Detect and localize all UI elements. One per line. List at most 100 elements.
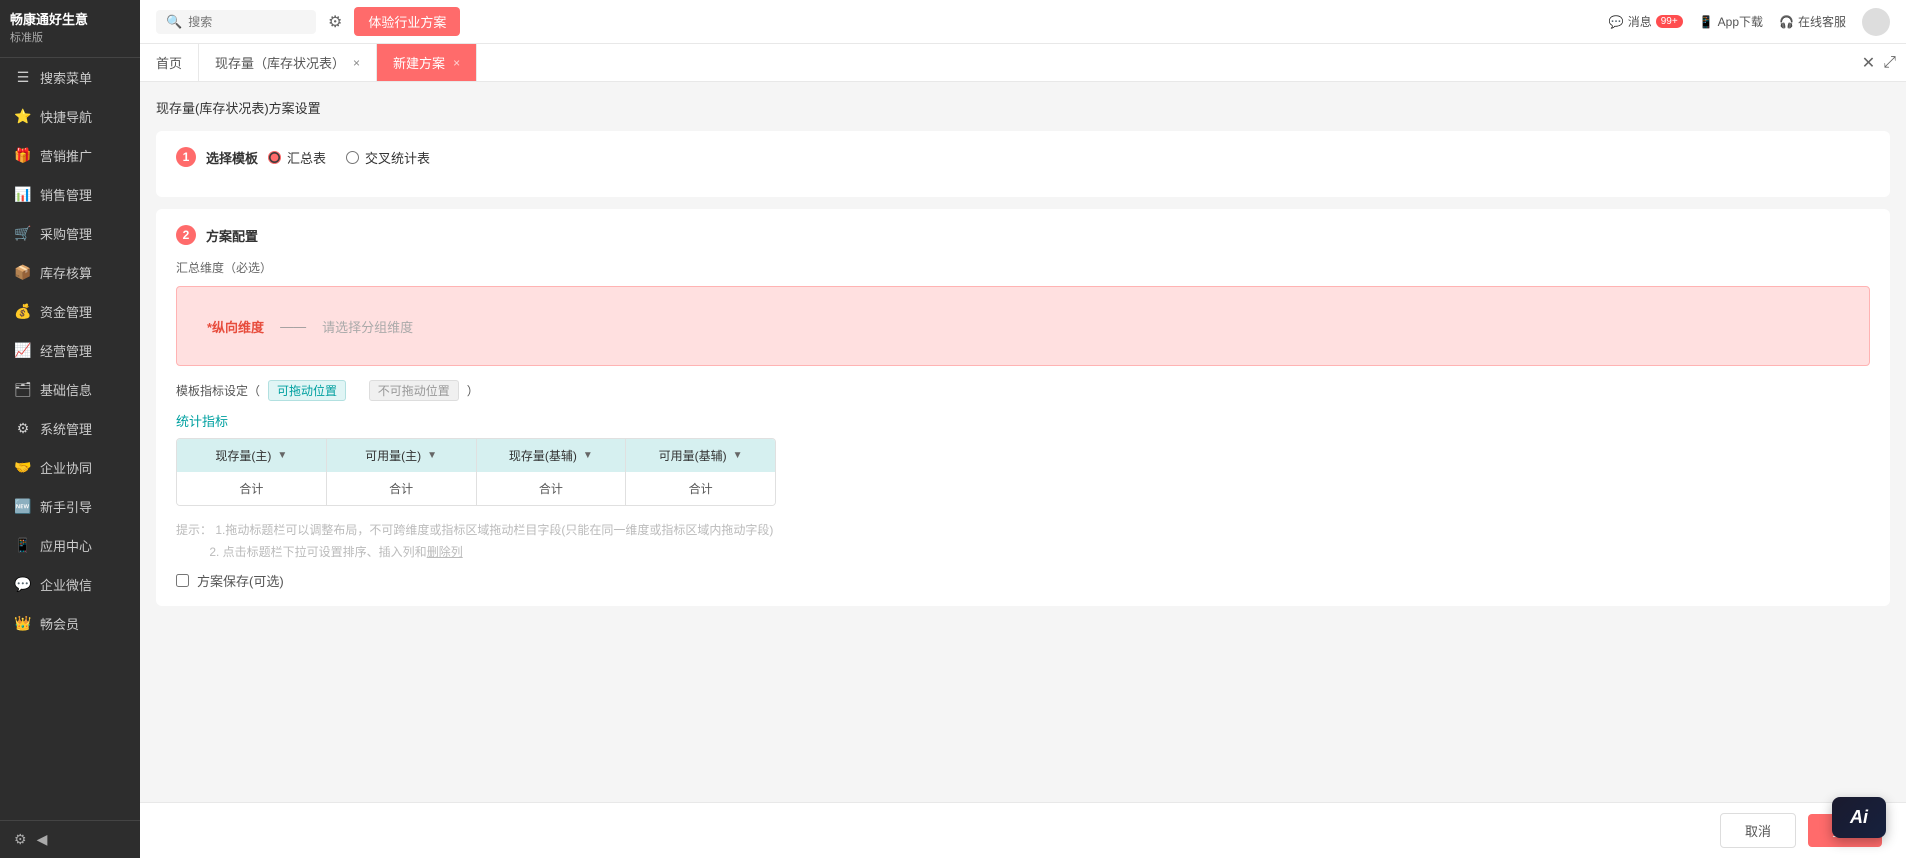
col-header-1-dropdown[interactable]: ▼ — [277, 450, 287, 461]
sidebar-label-7: 经营管理 — [40, 341, 92, 360]
indicator-settings-label: 模板指标设定（ 可拖动位置 不可拖动位置 ） — [176, 380, 1870, 401]
stats-label: 统计指标 — [176, 411, 1870, 430]
save-scheme-checkbox[interactable] — [176, 574, 189, 587]
radio-cross-input[interactable] — [346, 151, 359, 164]
app-download-label: App下载 — [1718, 13, 1763, 30]
action-bar: 取消 查询 — [140, 802, 1906, 858]
trial-button[interactable]: 体验行业方案 — [354, 7, 460, 36]
sidebar-item-7[interactable]: 📈 经营管理 — [0, 331, 140, 370]
indicator-separator — [354, 384, 361, 398]
sidebar-item-0[interactable]: ☰ 搜索菜单 — [0, 58, 140, 97]
col-header-4-dropdown[interactable]: ▼ — [733, 450, 743, 461]
col-header-1-label: 现存量(主) — [215, 447, 271, 464]
sidebar-label-10: 企业协同 — [40, 458, 92, 477]
expand-icon[interactable]: ⤢ — [1883, 54, 1896, 72]
message-icon: 💬 — [1609, 15, 1624, 29]
sidebar-icon-2: 🎁 — [14, 146, 32, 164]
sidebar-item-5[interactable]: 📦 库存核算 — [0, 253, 140, 292]
sidebar-item-3[interactable]: 📊 销售管理 — [0, 175, 140, 214]
sidebar-label-4: 采购管理 — [40, 224, 92, 243]
sidebar-label-8: 基础信息 — [40, 380, 92, 399]
cancel-button[interactable]: 取消 — [1720, 813, 1796, 848]
col-header-4[interactable]: 可用量(基辅) ▼ — [626, 439, 775, 472]
sidebar-icon-14: 👑 — [14, 614, 32, 632]
service-label: 在线客服 — [1798, 13, 1846, 30]
sidebar-icon-9: ⚙ — [14, 419, 32, 437]
sidebar-item-9[interactable]: ⚙ 系统管理 — [0, 409, 140, 448]
content-area: 现存量(库存状况表)方案设置 1 选择模板 汇总表 交叉统计表 — [140, 82, 1906, 802]
sidebar-label-3: 销售管理 — [40, 185, 92, 204]
indicator-settings-text: 模板指标设定（ — [176, 382, 260, 399]
step2-section: 2 方案配置 汇总维度（必选） *纵向维度 —— 请选择分组维度 模板指标设定（… — [156, 209, 1890, 606]
sidebar-item-11[interactable]: 🆕 新手引导 — [0, 487, 140, 526]
col-body-3: 合计 — [477, 472, 627, 505]
radio-summary-input[interactable] — [268, 151, 281, 164]
col-body-1: 合计 — [177, 472, 327, 505]
app-edition: 标准版 — [10, 29, 130, 45]
stats-table-body: 合计 合计 合计 合计 — [177, 472, 775, 505]
radio-cross-label: 交叉统计表 — [365, 148, 430, 167]
col-header-1[interactable]: 现存量(主) ▼ — [177, 439, 327, 472]
topbar: 🔍 ⚙ 体验行业方案 💬 消息 99+ 📱 App下载 🎧 在线客服 — [140, 0, 1906, 44]
col-header-3-dropdown[interactable]: ▼ — [583, 450, 593, 461]
tip-2: 2. 点击标题栏下拉可设置排序、插入列和删除列 — [176, 542, 1870, 564]
online-service-button[interactable]: 🎧 在线客服 — [1779, 13, 1846, 30]
sidebar-item-12[interactable]: 📱 应用中心 — [0, 526, 140, 565]
user-avatar[interactable] — [1862, 8, 1890, 36]
step1-header: 1 选择模板 汇总表 交叉统计表 — [176, 147, 1870, 167]
sidebar-icon-8: 🗂 — [14, 380, 32, 398]
tab-new-scheme[interactable]: 新建方案 × — [377, 44, 477, 81]
step1-badge: 1 — [176, 147, 196, 167]
col-header-4-label: 可用量(基辅) — [659, 447, 727, 464]
indicator-close-paren: ） — [467, 382, 479, 399]
app-name: 畅康通好生意 — [10, 12, 130, 29]
col-header-3[interactable]: 现存量(基辅) ▼ — [477, 439, 627, 472]
sidebar-icon-0: ☰ — [14, 68, 32, 86]
step2-header: 2 方案配置 — [176, 225, 1870, 245]
sidebar-icon-11: 🆕 — [14, 497, 32, 515]
sidebar-label-14: 畅会员 — [40, 614, 79, 633]
sidebar-icon-6: 💰 — [14, 302, 32, 320]
sidebar-label-0: 搜索菜单 — [40, 68, 92, 87]
tab-inventory-close[interactable]: × — [353, 56, 360, 70]
close-panel-icon[interactable]: ✕ — [1862, 53, 1875, 73]
tab-inventory[interactable]: 现存量（库存状况表） × — [199, 44, 377, 81]
topbar-gear-icon[interactable]: ⚙ — [328, 12, 342, 32]
col-header-2-dropdown[interactable]: ▼ — [427, 450, 437, 461]
sidebar-item-10[interactable]: 🤝 企业协同 — [0, 448, 140, 487]
ai-button[interactable]: Ai — [1832, 797, 1886, 838]
search-input[interactable] — [188, 15, 288, 29]
sidebar-icon-7: 📈 — [14, 341, 32, 359]
sidebar-label-12: 应用中心 — [40, 536, 92, 555]
sidebar-icon-3: 📊 — [14, 185, 32, 203]
tab-home[interactable]: 首页 — [140, 44, 199, 81]
sidebar-icon-4: 🛒 — [14, 224, 32, 242]
topbar-right: 💬 消息 99+ 📱 App下载 🎧 在线客服 — [1609, 8, 1890, 36]
radio-summary-label: 汇总表 — [287, 148, 326, 167]
tab-new-scheme-label: 新建方案 — [393, 53, 445, 72]
template-radio-group: 汇总表 交叉统计表 — [268, 148, 430, 167]
dimension-box[interactable]: *纵向维度 —— 请选择分组维度 — [176, 286, 1870, 366]
col-header-2[interactable]: 可用量(主) ▼ — [327, 439, 477, 472]
sidebar-label-5: 库存核算 — [40, 263, 92, 282]
app-download-button[interactable]: 📱 App下载 — [1699, 13, 1763, 30]
radio-cross[interactable]: 交叉统计表 — [346, 148, 430, 167]
sidebar-icon-10: 🤝 — [14, 458, 32, 476]
message-button[interactable]: 💬 消息 99+ — [1609, 13, 1683, 30]
radio-summary[interactable]: 汇总表 — [268, 148, 326, 167]
tab-new-scheme-close[interactable]: × — [453, 56, 460, 70]
indicator-tag-fixed: 不可拖动位置 — [369, 380, 459, 401]
col-header-2-label: 可用量(主) — [365, 447, 421, 464]
sidebar-item-4[interactable]: 🛒 采购管理 — [0, 214, 140, 253]
sidebar-item-2[interactable]: 🎁 营销推广 — [0, 136, 140, 175]
sidebar-icon-1: ⭐ — [14, 107, 32, 125]
search-box[interactable]: 🔍 — [156, 10, 316, 34]
collapse-icon[interactable]: ◀ — [37, 831, 48, 848]
sidebar-item-8[interactable]: 🗂 基础信息 — [0, 370, 140, 409]
settings-icon[interactable]: ⚙ — [14, 831, 27, 848]
step2-badge: 2 — [176, 225, 196, 245]
sidebar-item-1[interactable]: ⭐ 快捷导航 — [0, 97, 140, 136]
sidebar-item-6[interactable]: 💰 资金管理 — [0, 292, 140, 331]
sidebar-item-13[interactable]: 💬 企业微信 — [0, 565, 140, 604]
sidebar-item-14[interactable]: 👑 畅会员 — [0, 604, 140, 643]
